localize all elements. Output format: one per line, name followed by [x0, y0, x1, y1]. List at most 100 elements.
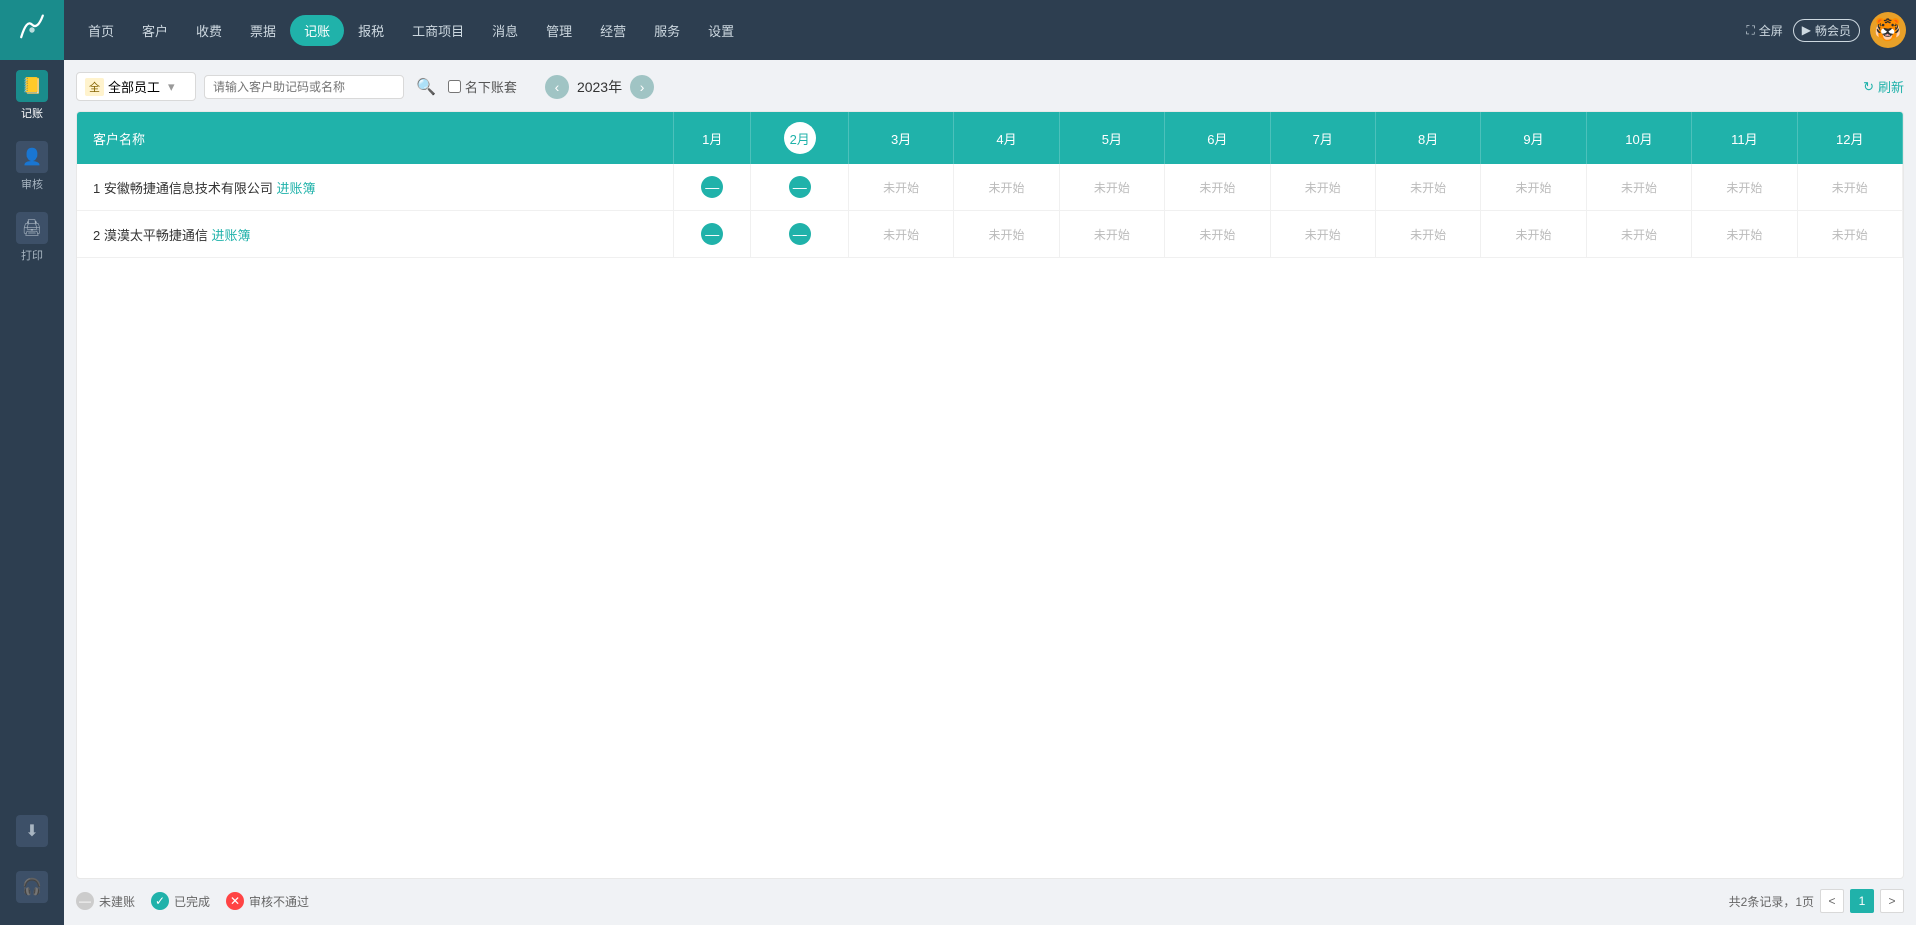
user-avatar[interactable]: 🐯: [1870, 12, 1906, 48]
col-client-name: 客户名称: [77, 112, 673, 164]
sidebar-item-bookkeeping[interactable]: 📒 记账: [0, 60, 64, 131]
status-cell-m1: —: [673, 211, 751, 258]
review-icon: 👤: [16, 141, 48, 173]
legend: — 未建账 ✓ 已完成 ✕ 审核不通过: [76, 892, 309, 910]
year-navigation: ‹ 2023年 ›: [545, 75, 654, 99]
search-input[interactable]: [204, 75, 404, 99]
status-not-started-text: 未开始: [1832, 228, 1868, 242]
sidebar-item-headset[interactable]: 🎧: [0, 861, 64, 913]
nav-operations[interactable]: 经营: [586, 15, 640, 46]
nav-invoice[interactable]: 票据: [236, 15, 290, 46]
col-month-8: 8月: [1375, 112, 1480, 164]
refresh-icon: ↻: [1863, 79, 1874, 95]
legend-dot-red: ✕: [226, 892, 244, 910]
status-done-icon[interactable]: —: [789, 223, 811, 245]
status-not-started-text: 未开始: [1199, 228, 1235, 242]
status-not-started-text: 未开始: [1726, 228, 1762, 242]
main-area: 首页 客户 收费 票据 记账 报税 工商项目 消息 管理 经营 服务 设置 ⛶ …: [64, 0, 1916, 925]
status-cell-m6: 未开始: [1165, 164, 1270, 211]
col-month-10: 10月: [1586, 112, 1691, 164]
chevron-down-icon: ▾: [168, 79, 175, 95]
status-done-icon[interactable]: —: [701, 223, 723, 245]
nav-business[interactable]: 工商项目: [398, 15, 478, 46]
bookkeeping-icon: 📒: [16, 70, 48, 102]
sidebar-logo[interactable]: [0, 0, 64, 60]
status-not-started-text: 未开始: [883, 228, 919, 242]
legend-dot-grey: —: [76, 892, 94, 910]
status-cell-m4: 未开始: [954, 211, 1059, 258]
sidebar-item-review[interactable]: 👤 审核: [0, 131, 64, 202]
member-button[interactable]: ▶ 畅会员: [1793, 19, 1860, 42]
status-not-started-text: 未开始: [883, 181, 919, 195]
status-cell-m5: 未开始: [1059, 211, 1164, 258]
legend-not-built: — 未建账: [76, 892, 135, 910]
status-cell-m2: —: [751, 211, 848, 258]
undername-checkbox-label[interactable]: 名下账套: [448, 77, 517, 96]
year-prev-button[interactable]: ‹: [545, 75, 569, 99]
client-name-text: 安徽畅捷通信息技术有限公司: [104, 181, 273, 196]
nav-home[interactable]: 首页: [74, 15, 128, 46]
pagination-next[interactable]: >: [1880, 889, 1904, 913]
status-not-started-text: 未开始: [1726, 181, 1762, 195]
status-cell-m3: 未开始: [848, 211, 953, 258]
status-not-started-text: 未开始: [1516, 228, 1552, 242]
status-cell-m9: 未开始: [1481, 164, 1586, 211]
sidebar-item-print[interactable]: 🖨 打印: [0, 202, 64, 273]
toolbar: 全 全部员工 ▾ 🔍 名下账套 ‹ 2023年 › ↻ 刷新: [76, 72, 1904, 101]
status-cell-m12: 未开始: [1797, 211, 1902, 258]
nav-tax[interactable]: 报税: [344, 15, 398, 46]
status-cell-m8: 未开始: [1375, 164, 1480, 211]
client-name-cell: 2 漠漠太平畅捷通信 进账簿: [77, 211, 673, 258]
refresh-button[interactable]: ↻ 刷新: [1863, 77, 1904, 96]
sidebar-item-download[interactable]: ⬇: [0, 805, 64, 857]
nav-service[interactable]: 服务: [640, 15, 694, 46]
client-name-text: 漠漠太平畅捷通信: [104, 228, 208, 243]
status-not-started-text: 未开始: [989, 181, 1025, 195]
employee-select[interactable]: 全 全部员工 ▾: [76, 72, 196, 101]
status-not-started-text: 未开始: [1305, 181, 1341, 195]
nav-settings[interactable]: 设置: [694, 15, 748, 46]
status-cell-m11: 未开始: [1692, 211, 1797, 258]
fullscreen-button[interactable]: ⛶ 全屏: [1746, 22, 1782, 39]
status-cell-m7: 未开始: [1270, 211, 1375, 258]
status-not-started-text: 未开始: [1199, 181, 1235, 195]
bottom-bar: — 未建账 ✓ 已完成 ✕ 审核不通过 共2条记录，1页 < 1 >: [76, 879, 1904, 913]
col-month-1: 1月: [673, 112, 751, 164]
legend-done: ✓ 已完成: [151, 892, 210, 910]
table-header-row: 客户名称 1月 2月 3月 4月 5月 6月 7月 8月 9月 10月 11月 …: [77, 112, 1903, 164]
nav-billing[interactable]: 收费: [182, 15, 236, 46]
col-month-12: 12月: [1797, 112, 1902, 164]
nav-client[interactable]: 客户: [128, 15, 182, 46]
client-name-cell: 1 安徽畅捷通信息技术有限公司 进账簿: [77, 164, 673, 211]
search-button[interactable]: 🔍: [412, 75, 440, 99]
nav-bookkeeping[interactable]: 记账: [290, 15, 344, 46]
col-month-6: 6月: [1165, 112, 1270, 164]
undername-checkbox[interactable]: [448, 80, 461, 93]
data-table-wrap: 客户名称 1月 2月 3月 4月 5月 6月 7月 8月 9月 10月 11月 …: [76, 111, 1904, 879]
nav-management[interactable]: 管理: [532, 15, 586, 46]
status-done-icon[interactable]: —: [701, 176, 723, 198]
status-cell-m3: 未开始: [848, 164, 953, 211]
pagination-prev[interactable]: <: [1820, 889, 1844, 913]
col-month-11: 11月: [1692, 112, 1797, 164]
year-label: 2023年: [577, 77, 622, 97]
status-not-started-text: 未开始: [1516, 181, 1552, 195]
status-not-started-text: 未开始: [1621, 181, 1657, 195]
status-not-started-text: 未开始: [1305, 228, 1341, 242]
pagination-page-1[interactable]: 1: [1850, 889, 1874, 913]
col-month-4: 4月: [954, 112, 1059, 164]
enter-ledger-link[interactable]: 进账簿: [211, 228, 250, 243]
status-cell-m10: 未开始: [1586, 211, 1691, 258]
status-not-started-text: 未开始: [1410, 228, 1446, 242]
status-done-icon[interactable]: —: [789, 176, 811, 198]
status-cell-m5: 未开始: [1059, 164, 1164, 211]
status-cell-m7: 未开始: [1270, 164, 1375, 211]
nav-message[interactable]: 消息: [478, 15, 532, 46]
fullscreen-icon: ⛶: [1746, 23, 1754, 38]
download-icon: ⬇: [16, 815, 48, 847]
year-next-button[interactable]: ›: [630, 75, 654, 99]
legend-rejected: ✕ 审核不通过: [226, 892, 309, 910]
status-cell-m6: 未开始: [1165, 211, 1270, 258]
enter-ledger-link[interactable]: 进账簿: [276, 181, 315, 196]
status-cell-m8: 未开始: [1375, 211, 1480, 258]
